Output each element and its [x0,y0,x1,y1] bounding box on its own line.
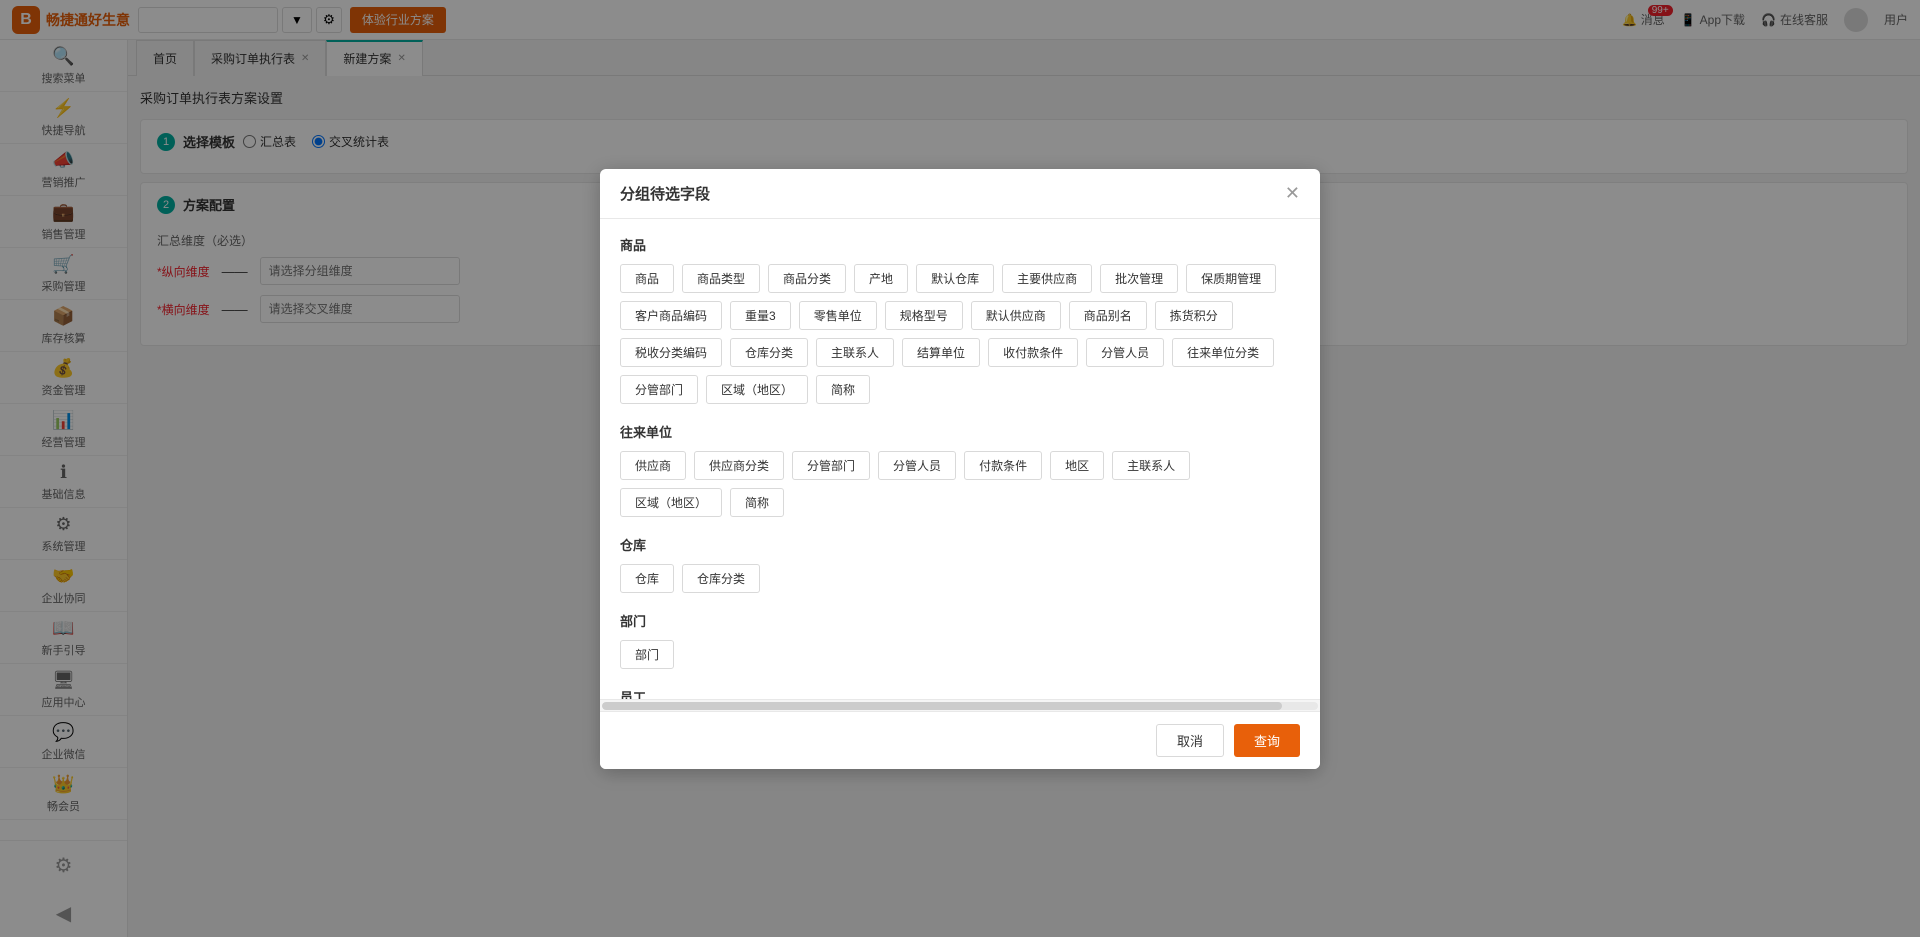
field-tag[interactable]: 默认供应商 [971,301,1061,330]
field-tag[interactable]: 结算单位 [902,338,980,367]
field-tag[interactable]: 零售单位 [799,301,877,330]
field-tag[interactable]: 仓库分类 [730,338,808,367]
field-group-employee-title: 员工 [620,687,1300,699]
modal-footer: 取消 查询 [600,711,1320,769]
field-group-warehouse-title: 仓库 [620,535,1300,554]
modal-title: 分组待选字段 [620,183,710,204]
confirm-button[interactable]: 查询 [1234,724,1300,757]
partner-field-tags: 供应商 供应商分类 分管部门 分管人员 付款条件 地区 主联系人 区域（地区） … [620,451,1300,517]
field-group-warehouse: 仓库 仓库 仓库分类 [620,535,1300,593]
field-tag[interactable]: 分管部门 [792,451,870,480]
field-tag[interactable]: 主联系人 [816,338,894,367]
field-group-partner-title: 往来单位 [620,422,1300,441]
field-tag[interactable]: 简称 [730,488,784,517]
modal-overlay[interactable]: 分组待选字段 ✕ 商品 商品 商品类型 商品分类 产地 默认仓库 主要供应商 批… [0,0,1920,937]
field-tag[interactable]: 拣货积分 [1155,301,1233,330]
field-tag[interactable]: 商品类型 [682,264,760,293]
field-tag[interactable]: 区域（地区） [620,488,722,517]
field-tag[interactable]: 仓库分类 [682,564,760,593]
field-tag[interactable]: 客户商品编码 [620,301,722,330]
field-tag[interactable]: 往来单位分类 [1172,338,1274,367]
field-tag[interactable]: 商品 [620,264,674,293]
field-tag[interactable]: 税收分类编码 [620,338,722,367]
field-tag[interactable]: 付款条件 [964,451,1042,480]
field-tag[interactable]: 简称 [816,375,870,404]
field-tag[interactable]: 商品分类 [768,264,846,293]
field-tag[interactable]: 产地 [854,264,908,293]
field-tag[interactable]: 商品别名 [1069,301,1147,330]
cancel-button[interactable]: 取消 [1156,724,1224,757]
field-group-product-title: 商品 [620,235,1300,254]
department-field-tags: 部门 [620,640,1300,669]
modal-close-button[interactable]: ✕ [1285,183,1300,204]
field-group-department-title: 部门 [620,611,1300,630]
field-tag[interactable]: 主要供应商 [1002,264,1092,293]
warehouse-field-tags: 仓库 仓库分类 [620,564,1300,593]
field-tag[interactable]: 部门 [620,640,674,669]
field-tag[interactable]: 分管部门 [620,375,698,404]
modal-body: 商品 商品 商品类型 商品分类 产地 默认仓库 主要供应商 批次管理 保质期管理… [600,219,1320,699]
field-group-department: 部门 部门 [620,611,1300,669]
field-select-modal: 分组待选字段 ✕ 商品 商品 商品类型 商品分类 产地 默认仓库 主要供应商 批… [600,169,1320,769]
field-group-employee: 员工 业务员 [620,687,1300,699]
field-tag[interactable]: 主联系人 [1112,451,1190,480]
field-tag[interactable]: 区域（地区） [706,375,808,404]
field-tag[interactable]: 分管人员 [1086,338,1164,367]
field-group-partner: 往来单位 供应商 供应商分类 分管部门 分管人员 付款条件 地区 主联系人 区域… [620,422,1300,517]
field-tag[interactable]: 仓库 [620,564,674,593]
modal-header: 分组待选字段 ✕ [600,169,1320,219]
field-tag[interactable]: 批次管理 [1100,264,1178,293]
field-tag[interactable]: 供应商 [620,451,686,480]
field-tag[interactable]: 规格型号 [885,301,963,330]
field-tag[interactable]: 收付款条件 [988,338,1078,367]
field-tag[interactable]: 地区 [1050,451,1104,480]
field-tag[interactable]: 默认仓库 [916,264,994,293]
product-field-tags: 商品 商品类型 商品分类 产地 默认仓库 主要供应商 批次管理 保质期管理 客户… [620,264,1300,404]
field-tag[interactable]: 重量3 [730,301,791,330]
field-tag[interactable]: 保质期管理 [1186,264,1276,293]
field-tag[interactable]: 供应商分类 [694,451,784,480]
field-group-product: 商品 商品 商品类型 商品分类 产地 默认仓库 主要供应商 批次管理 保质期管理… [620,235,1300,404]
modal-horizontal-scrollbar[interactable] [600,699,1320,711]
field-tag[interactable]: 分管人员 [878,451,956,480]
